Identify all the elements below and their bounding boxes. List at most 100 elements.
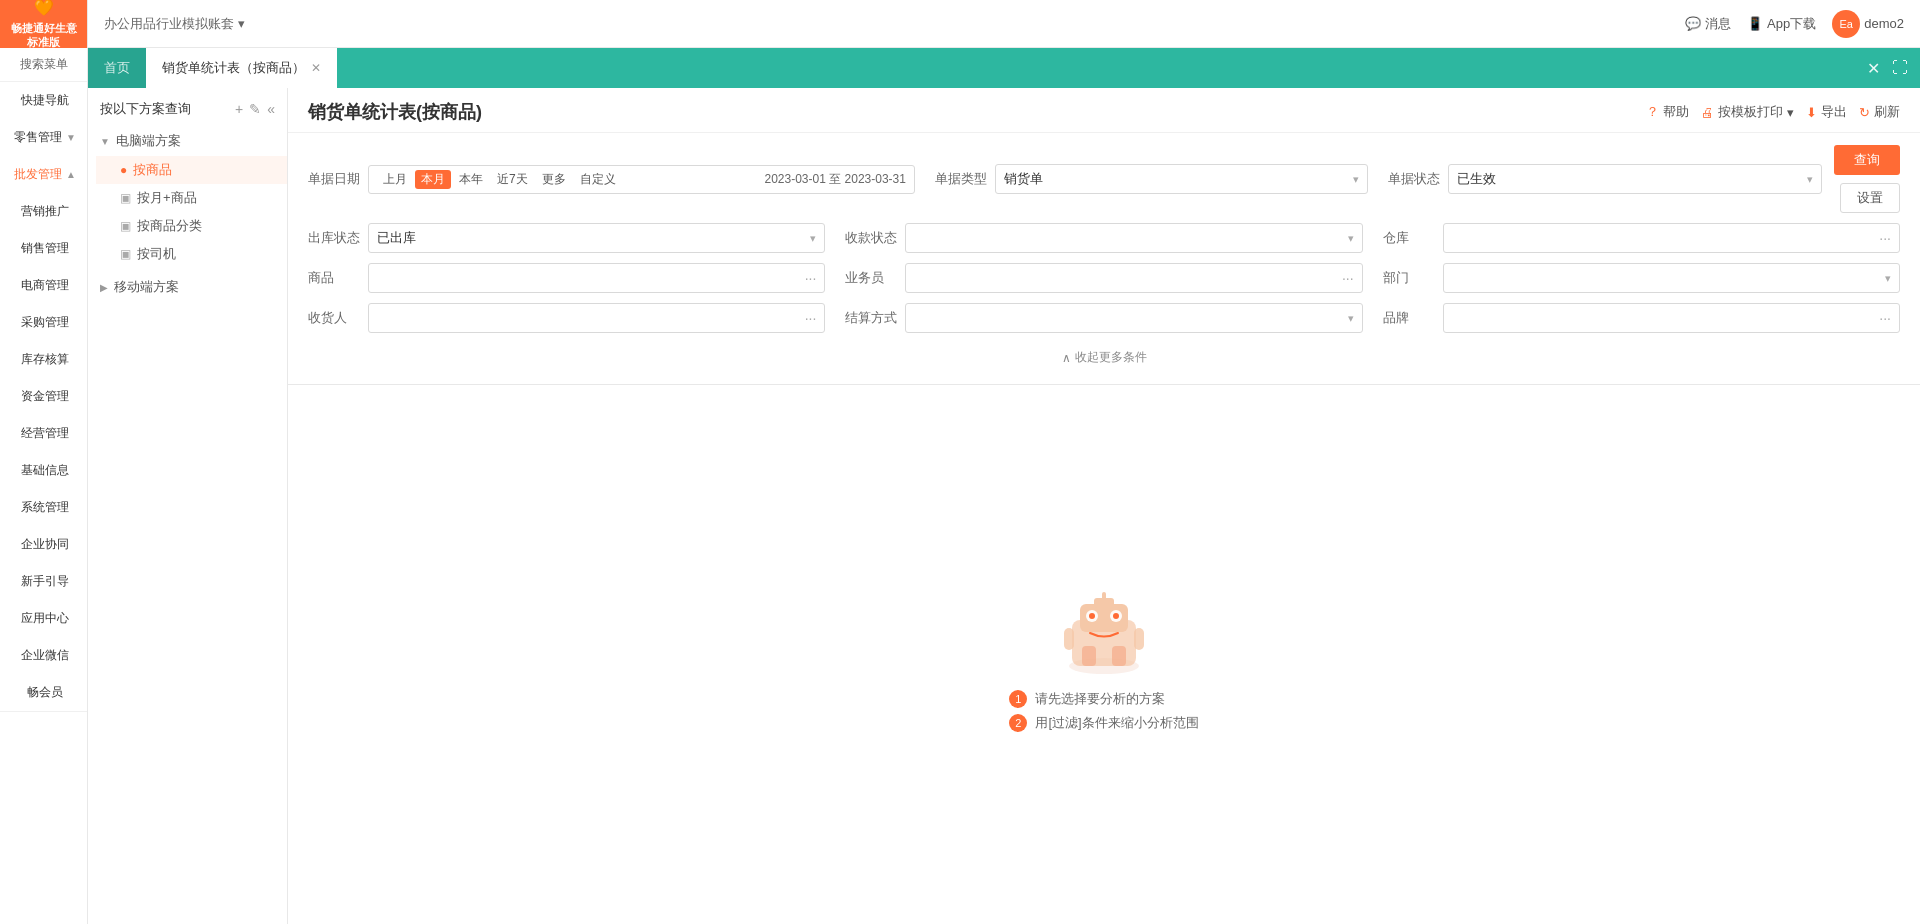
sidebar-item-basic[interactable]: 基础信息: [0, 452, 87, 489]
wholesale-label: 批发管理: [14, 166, 62, 183]
filter-row-2: 出库状态 已出库 ▾ 收款状态 ▾: [308, 223, 1900, 253]
user-profile-btn[interactable]: Ea demo2: [1832, 10, 1904, 38]
query-button[interactable]: 查询: [1834, 145, 1900, 175]
pc-group-label: 电脑端方案: [116, 132, 181, 150]
sidebar-item-enterprise-coop[interactable]: 企业协同: [0, 526, 87, 563]
tip-text-2: 用[过滤]条件来缩小分析范围: [1035, 714, 1198, 732]
filter-add-icon[interactable]: +: [235, 101, 243, 117]
export-btn[interactable]: ⬇ 导出: [1806, 103, 1847, 121]
doc-type-control[interactable]: 销货单 ▾: [995, 164, 1369, 194]
tab-close-all-icon[interactable]: ✕: [1863, 55, 1884, 82]
filter-item-by-month-product[interactable]: ▣ 按月+商品: [96, 184, 287, 212]
date-range-text: 2023-03-01 至 2023-03-31: [765, 171, 906, 188]
brand-control[interactable]: ···: [1443, 303, 1900, 333]
sidebar-item-ecommerce[interactable]: 电商管理: [0, 267, 87, 304]
tab-close-icon[interactable]: ✕: [311, 61, 321, 75]
svg-rect-12: [1112, 646, 1126, 666]
date-tab-more[interactable]: 更多: [536, 170, 572, 189]
date-tab-last-month[interactable]: 上月: [377, 170, 413, 189]
mobile-group-arrow: ▶: [100, 282, 108, 293]
sidebar-item-system[interactable]: 系统管理: [0, 489, 87, 526]
filter-group-pc-title[interactable]: ▼ 电脑端方案: [88, 126, 287, 156]
filter-doc-type-field: 单据类型 销货单 ▾: [935, 164, 1369, 194]
main-right: 销货单统计表(按商品) ？ 帮助 🖨 按模板打印 ▾ ⬇ 导出: [288, 88, 1920, 924]
sidebar-item-purchase[interactable]: 采购管理: [0, 304, 87, 341]
out-status-control[interactable]: 已出库 ▾: [368, 223, 825, 253]
app-download-label: App下载: [1767, 15, 1816, 33]
print-btn[interactable]: 🖨 按模板打印 ▾: [1701, 103, 1794, 121]
page-title-actions: ？ 帮助 🖨 按模板打印 ▾ ⬇ 导出 ↻ 刷新: [1646, 103, 1900, 121]
salesman-control[interactable]: ···: [905, 263, 1362, 293]
svg-rect-9: [1064, 628, 1074, 650]
sidebar-item-operation[interactable]: 经营管理: [0, 415, 87, 452]
empty-tip-2: 2 用[过滤]条件来缩小分析范围: [1009, 714, 1198, 732]
filter-collapse-icon[interactable]: «: [267, 101, 275, 117]
filter-panel-title: 按以下方案查询: [100, 100, 191, 118]
finance-label: 资金管理: [21, 388, 69, 405]
salesman-dots[interactable]: ···: [1342, 270, 1354, 286]
tab-sales-stats[interactable]: 销货单统计表（按商品） ✕: [146, 48, 337, 88]
app-download-btn[interactable]: 📱 App下载: [1747, 15, 1816, 33]
tab-right-icons: ✕ ⛶: [1863, 55, 1920, 82]
recipient-dots[interactable]: ···: [805, 310, 817, 326]
date-tab-this-year[interactable]: 本年: [453, 170, 489, 189]
doc-type-value: 销货单: [1004, 170, 1354, 188]
mobile-group-label: 移动端方案: [114, 278, 179, 296]
filter-row-3: 商品 ··· 业务员 ···: [308, 263, 1900, 293]
filter-item-by-product[interactable]: ● 按商品: [96, 156, 287, 184]
messages-btn[interactable]: 💬 消息: [1685, 15, 1731, 33]
product-control[interactable]: ···: [368, 263, 825, 293]
sidebar-item-wholesale[interactable]: 批发管理 ▲: [0, 156, 87, 193]
sidebar-item-finance[interactable]: 资金管理: [0, 378, 87, 415]
tab-home[interactable]: 首页: [88, 48, 146, 88]
out-status-value: 已出库: [377, 229, 810, 247]
doc-status-value: 已生效: [1457, 170, 1807, 188]
sidebar-item-sales[interactable]: 销售管理: [0, 230, 87, 267]
sidebar-item-quick-nav[interactable]: 快捷导航: [0, 82, 87, 119]
filter-edit-icon[interactable]: ✎: [249, 101, 261, 117]
filter-out-status-field: 出库状态 已出库 ▾: [308, 223, 825, 253]
filter-item-by-cashier[interactable]: ▣ 按司机: [96, 240, 287, 268]
payment-status-control[interactable]: ▾: [905, 223, 1362, 253]
doc-type-label: 单据类型: [935, 170, 995, 188]
setting-button[interactable]: 设置: [1840, 183, 1900, 213]
by-cashier-label: 按司机: [137, 245, 176, 263]
logo-icon: 🧡: [34, 0, 54, 19]
refresh-btn[interactable]: ↻ 刷新: [1859, 103, 1900, 121]
date-tab-this-month[interactable]: 本月: [415, 170, 451, 189]
sidebar-item-newbie[interactable]: 新手引导: [0, 563, 87, 600]
warehouse-dots[interactable]: ···: [1879, 230, 1891, 246]
filter-panel-header: 按以下方案查询 + ✎ «: [88, 100, 287, 126]
settlement-control[interactable]: ▾: [905, 303, 1362, 333]
export-icon: ⬇: [1806, 105, 1817, 120]
collapse-more-btn[interactable]: ∧ 收起更多条件: [308, 343, 1900, 372]
industry-selector[interactable]: 办公用品行业模拟账套 ▾: [104, 15, 245, 33]
recipient-control[interactable]: ···: [368, 303, 825, 333]
brand-dots[interactable]: ···: [1879, 310, 1891, 326]
warehouse-control[interactable]: ···: [1443, 223, 1900, 253]
payment-status-label: 收款状态: [845, 229, 905, 247]
by-month-product-icon: ▣: [120, 191, 131, 205]
sidebar-item-app-center[interactable]: 应用中心: [0, 600, 87, 637]
filter-date-field: 单据日期 上月 本月 本年 近7天 更多 自定义 2023-03-01 至 20…: [308, 165, 915, 194]
sidebar-item-enterprise-wechat[interactable]: 企业微信: [0, 637, 87, 674]
filter-group-mobile-title[interactable]: ▶ 移动端方案: [88, 272, 287, 302]
department-control[interactable]: ▾: [1443, 263, 1900, 293]
search-menu[interactable]: 搜索菜单: [0, 48, 87, 82]
date-range-box[interactable]: 上月 本月 本年 近7天 更多 自定义 2023-03-01 至 2023-03…: [368, 165, 915, 194]
filter-item-by-product-category[interactable]: ▣ 按商品分类: [96, 212, 287, 240]
product-dots[interactable]: ···: [805, 270, 817, 286]
sidebar-item-retail[interactable]: 零售管理 ▼: [0, 119, 87, 156]
sidebar-item-inventory[interactable]: 库存核算: [0, 341, 87, 378]
help-btn[interactable]: ？ 帮助: [1646, 103, 1689, 121]
avatar-text: Ea: [1840, 18, 1853, 30]
date-tab-7days[interactable]: 近7天: [491, 170, 534, 189]
sidebar-item-member[interactable]: 畅会员: [0, 674, 87, 711]
doc-status-control[interactable]: 已生效 ▾: [1448, 164, 1822, 194]
date-tab-custom[interactable]: 自定义: [574, 170, 622, 189]
tab-maximize-icon[interactable]: ⛶: [1888, 55, 1912, 81]
pc-group-arrow: ▼: [100, 136, 110, 147]
salesman-label: 业务员: [845, 269, 905, 287]
filter-department-field: 部门 ▾: [1383, 263, 1900, 293]
sidebar-item-marketing[interactable]: 营销推广: [0, 193, 87, 230]
